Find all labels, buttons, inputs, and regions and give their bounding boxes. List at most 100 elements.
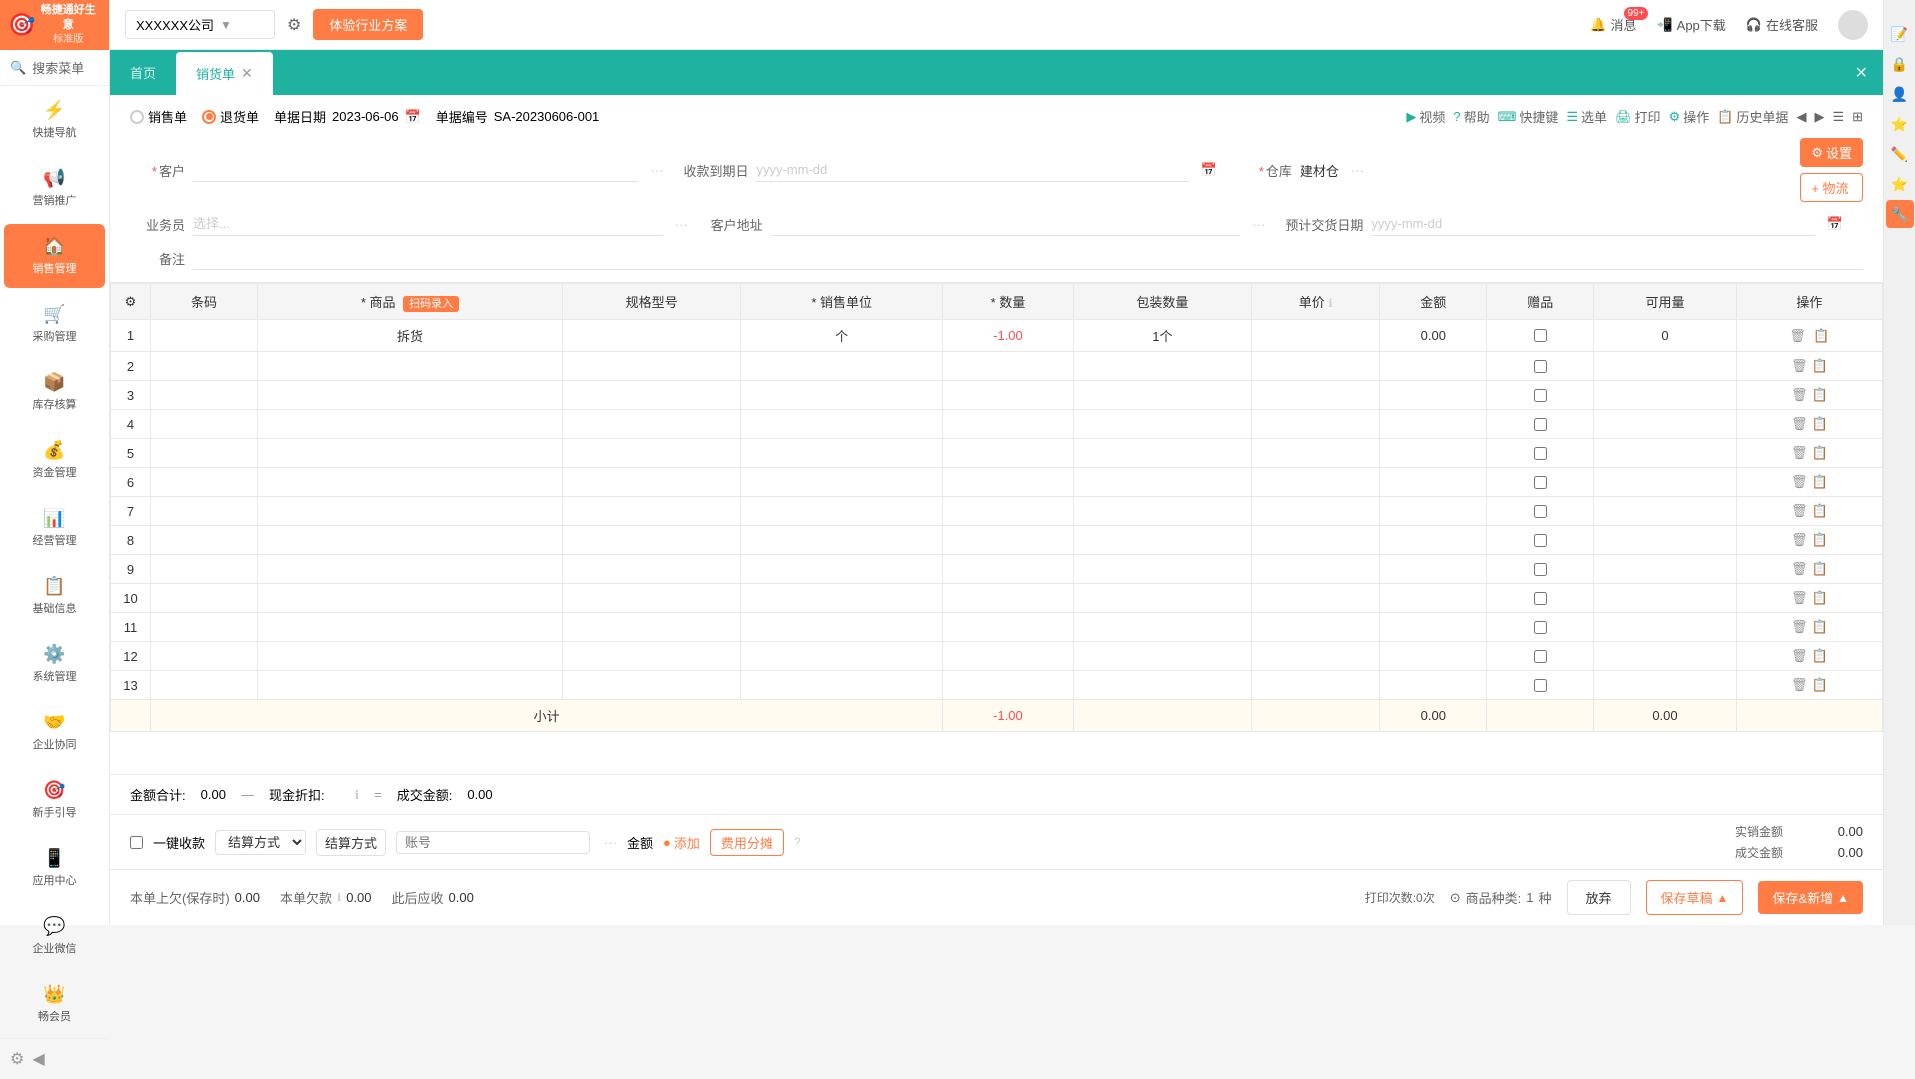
expected-date-cal-icon[interactable]: 📅 <box>1827 216 1843 232</box>
settings-bottom-icon[interactable]: ⚙ <box>10 1049 24 1069</box>
split-button[interactable]: 费用分摊 <box>710 829 784 856</box>
select-action[interactable]: ☰ 选单 <box>1566 107 1607 126</box>
sidebar-item-marketing[interactable]: 📢 营销推广 <box>4 156 105 220</box>
settings-button[interactable]: ⚙ 设置 <box>1800 138 1863 167</box>
copy-row-icon[interactable]: 📋 <box>1812 416 1828 431</box>
prev-action[interactable]: ◀ <box>1796 109 1806 125</box>
sidebar-item-guide[interactable]: 🎯 新手引导 <box>4 768 105 832</box>
right-panel-icon-7[interactable]: 🔧 <box>1886 200 1914 228</box>
topbar-settings-icon[interactable]: ⚙ <box>287 15 301 35</box>
shortcut-action[interactable]: ⌨ 快捷键 <box>1498 107 1559 126</box>
customer-addr-dots[interactable]: ··· <box>1252 217 1265 232</box>
delete-row-icon[interactable]: 🗑 <box>1791 474 1808 489</box>
close-all-tabs-icon[interactable]: ✕ <box>1840 63 1883 83</box>
account-dots[interactable]: ··· <box>604 835 617 850</box>
payment-method-select[interactable]: 结算方式 <box>215 830 306 855</box>
category-info[interactable]: ⊙ 商品种类: 1 种 <box>1450 888 1552 907</box>
delete-row-icon[interactable]: 🗑 <box>1791 590 1808 605</box>
copy-row-icon[interactable]: 📋 <box>1812 387 1828 402</box>
radio-return-order[interactable]: 退货单 <box>202 107 259 126</box>
sidebar-item-member[interactable]: 👑 畅会员 <box>4 972 105 1036</box>
message-button[interactable]: 🔔 消息 99+ <box>1590 15 1636 34</box>
salesperson-input[interactable] <box>193 212 663 236</box>
sidebar-item-inventory[interactable]: 📦 库存核算 <box>4 360 105 424</box>
delete-row-icon[interactable]: 🗑 <box>1791 532 1808 547</box>
one-click-payment-checkbox[interactable] <box>130 836 143 849</box>
row-price-1[interactable] <box>1252 320 1380 352</box>
sidebar-item-system[interactable]: ⚙️ 系统管理 <box>4 632 105 696</box>
customer-input[interactable] <box>193 158 638 182</box>
right-panel-icon-5[interactable]: ✏️ <box>1886 140 1914 168</box>
next-action[interactable]: ▶ <box>1814 109 1824 125</box>
tab-home[interactable]: 首页 <box>110 51 176 94</box>
history-action[interactable]: 📋 历史单据 <box>1717 107 1788 126</box>
copy-row-icon[interactable]: 📋 <box>1812 677 1828 692</box>
save-draft-button[interactable]: 保存草稿 ▲ <box>1646 880 1744 915</box>
delete-row-icon[interactable]: 🗑 <box>1791 648 1808 663</box>
user-avatar[interactable] <box>1838 10 1868 40</box>
customer-dots[interactable]: ··· <box>650 163 663 178</box>
row-amount-1[interactable]: 0.00 <box>1380 320 1487 352</box>
payment-due-input[interactable] <box>756 158 1188 182</box>
copy-row-icon[interactable]: 📋 <box>1812 648 1828 663</box>
online-service-button[interactable]: 🎧 在线客服 <box>1746 15 1818 34</box>
radio-sales-order[interactable]: 销售单 <box>130 107 187 126</box>
sidebar-item-app[interactable]: 📱 应用中心 <box>4 836 105 900</box>
tab-sales-order[interactable]: 销货单 ✕ <box>176 52 273 95</box>
sidebar-item-sales[interactable]: 🏠 销售管理 <box>4 224 105 288</box>
save-new-button[interactable]: 保存&新增 ▲ <box>1758 881 1863 914</box>
delete-row-1-icon[interactable]: 🗑 <box>1789 328 1806 343</box>
row-gift-1[interactable] <box>1487 320 1594 352</box>
delete-row-icon[interactable]: 🗑 <box>1791 358 1808 373</box>
calc-method[interactable]: 结算方式 <box>316 829 386 856</box>
payment-due-cal-icon[interactable]: 📅 <box>1201 162 1217 178</box>
trial-button[interactable]: 体验行业方案 <box>313 9 423 40</box>
sidebar-item-quick-nav[interactable]: ⚡ 快捷导航 <box>4 88 105 152</box>
delete-row-icon[interactable]: 🗑 <box>1791 387 1808 402</box>
row-barcode-1[interactable] <box>151 320 258 352</box>
grid-view-icon[interactable]: ⊞ <box>1852 109 1863 125</box>
sidebar-item-wechat[interactable]: 💬 企业微信 <box>4 904 105 968</box>
warehouse-dots[interactable]: ··· <box>1351 163 1364 178</box>
discount-info-icon[interactable]: ℹ <box>355 788 360 802</box>
row-packqty-1[interactable]: 1个 <box>1073 320 1251 352</box>
right-panel-icon-1[interactable]: 📝 <box>1886 20 1914 48</box>
video-action[interactable]: ▶ 视频 <box>1406 107 1445 126</box>
total-owed-info-icon[interactable]: ℹ <box>337 891 341 904</box>
row-spec-1[interactable] <box>563 320 741 352</box>
delete-row-icon[interactable]: 🗑 <box>1791 503 1808 518</box>
right-panel-icon-4[interactable]: ⭐ <box>1886 110 1914 138</box>
print-action[interactable]: 🖨 打印 <box>1615 107 1661 126</box>
salesperson-dots[interactable]: ··· <box>675 217 688 232</box>
sidebar-item-enterprise[interactable]: 🤝 企业协同 <box>4 700 105 764</box>
scan-button[interactable]: 扫码录入 <box>403 296 459 312</box>
copy-row-icon[interactable]: 📋 <box>1812 358 1828 373</box>
delete-row-icon[interactable]: 🗑 <box>1791 416 1808 431</box>
sidebar-item-basic[interactable]: 📋 基础信息 <box>4 564 105 628</box>
company-selector[interactable]: XXXXXX公司 ▼ <box>125 10 275 39</box>
delete-row-icon[interactable]: 🗑 <box>1791 677 1808 692</box>
expected-date-input[interactable] <box>1371 212 1814 236</box>
calendar-icon[interactable]: 📅 <box>405 109 421 125</box>
copy-row-icon[interactable]: 📋 <box>1812 561 1828 576</box>
right-panel-icon-2[interactable]: 🔒 <box>1886 50 1914 78</box>
row-product-1[interactable]: 拆货 <box>257 320 562 352</box>
right-panel-icon-3[interactable]: 👤 <box>1886 80 1914 108</box>
table-view-icon[interactable]: ☰ <box>1832 109 1844 125</box>
logistics-button[interactable]: + 物流 <box>1800 173 1863 202</box>
add-payment-button[interactable]: ● 添加 <box>663 833 700 852</box>
tab-close-icon[interactable]: ✕ <box>241 65 253 82</box>
payment-info-icon[interactable]: ? <box>794 835 801 849</box>
sidebar-item-search[interactable]: 🔍 搜索菜单 <box>0 50 109 86</box>
row-unit-1[interactable]: 个 <box>741 320 943 352</box>
customer-addr-input[interactable] <box>771 212 1241 236</box>
delete-row-icon[interactable]: 🗑 <box>1791 445 1808 460</box>
collapse-icon[interactable]: ◀ <box>32 1049 44 1069</box>
sidebar-item-capital[interactable]: 💰 资金管理 <box>4 428 105 492</box>
copy-row-icon[interactable]: 📋 <box>1812 474 1828 489</box>
sidebar-item-operations[interactable]: 📊 经营管理 <box>4 496 105 560</box>
discard-button[interactable]: 放弃 <box>1567 880 1631 915</box>
help-action[interactable]: ? 帮助 <box>1453 107 1489 126</box>
sidebar-item-purchase[interactable]: 🛒 采购管理 <box>4 292 105 356</box>
payment-account-input[interactable] <box>396 831 590 854</box>
